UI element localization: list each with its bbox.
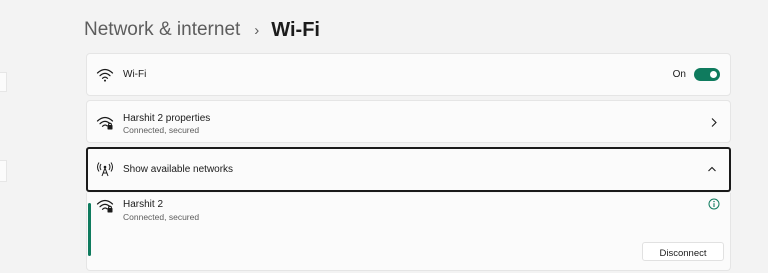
- chevron-right-icon: [711, 118, 717, 127]
- breadcrumb: Network & internet › Wi-Fi: [84, 16, 320, 44]
- selected-network-indicator: [88, 203, 91, 256]
- wifi-secured-icon: [96, 199, 114, 213]
- info-icon[interactable]: [708, 198, 720, 210]
- toggle-knob: [710, 71, 717, 78]
- disconnect-button[interactable]: Disconnect: [642, 242, 724, 261]
- network-properties-card[interactable]: Harshit 2 properties Connected, secured: [86, 100, 731, 143]
- wifi-label: Wi-Fi: [123, 69, 147, 80]
- page-title: Wi-Fi: [271, 18, 320, 41]
- antenna-icon: [97, 162, 113, 177]
- show-available-networks-label: Show available networks: [123, 164, 234, 175]
- network-name: Harshit 2: [123, 199, 164, 210]
- network-list-item[interactable]: Harshit 2 Connected, secured Disconnect: [86, 193, 731, 271]
- sidebar-edge-item: [0, 72, 7, 92]
- network-status: Connected, secured: [123, 212, 200, 222]
- breadcrumb-separator-icon: ›: [254, 21, 260, 39]
- wifi-toggle-switch[interactable]: [694, 68, 720, 81]
- wifi-icon: [96, 68, 114, 82]
- breadcrumb-parent-link[interactable]: Network & internet: [84, 19, 240, 41]
- network-properties-title: Harshit 2 properties: [123, 113, 211, 124]
- chevron-up-icon: [708, 166, 716, 172]
- wifi-secured-icon: [96, 116, 114, 130]
- network-properties-status: Connected, secured: [123, 125, 200, 135]
- sidebar-edge-item: [0, 160, 7, 182]
- wifi-toggle-card[interactable]: Wi-Fi On: [86, 53, 731, 96]
- wifi-toggle-state-label: On: [672, 69, 686, 80]
- show-available-networks-card[interactable]: Show available networks: [86, 147, 731, 192]
